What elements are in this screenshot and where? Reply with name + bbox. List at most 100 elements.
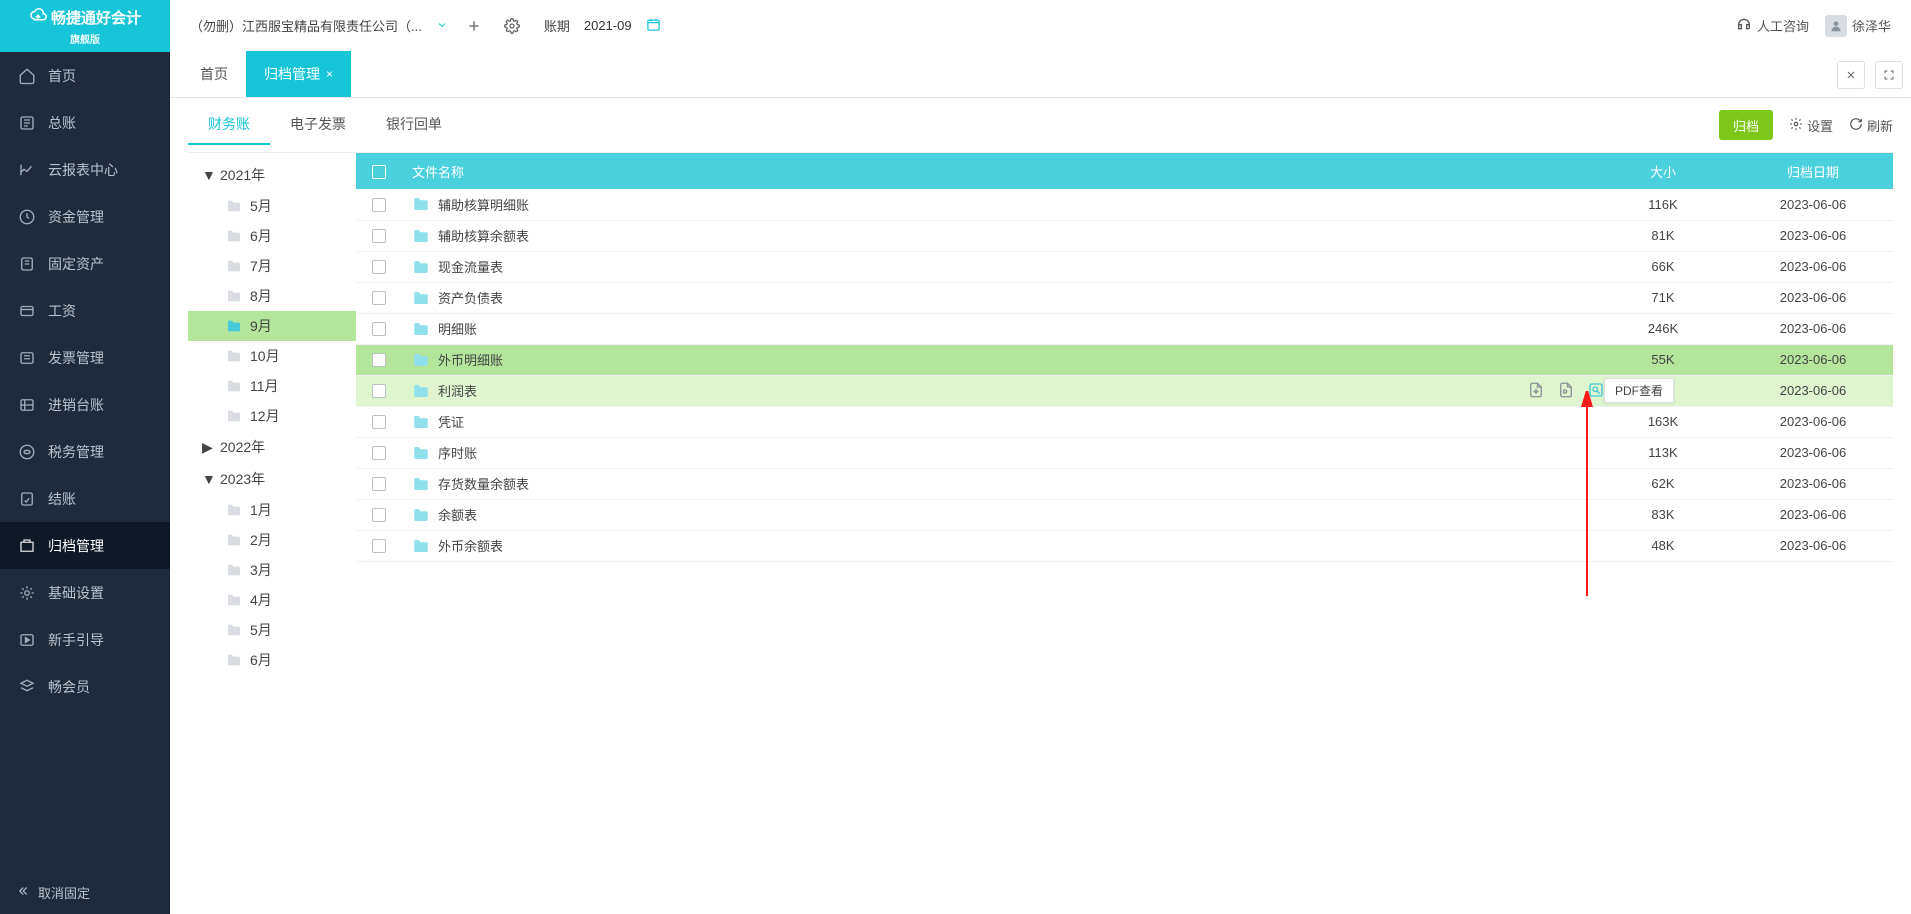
user-menu[interactable]: 徐泽华 [1825,15,1891,37]
close-tab-button[interactable] [1837,61,1865,89]
row-checkbox[interactable] [372,229,386,243]
page-tab-1[interactable]: 归档管理× [246,51,351,97]
brand-edition: 旗舰版 [70,31,100,46]
table-row[interactable]: 外币余额表48K2023-06-06 [356,530,1893,561]
page-tab-0[interactable]: 首页 [182,51,246,97]
human-consult-link[interactable]: 人工咨询 [1736,16,1809,35]
sidebar-item-6[interactable]: 发票管理 [0,334,170,381]
pdf-download-icon[interactable] [1556,380,1576,400]
row-size: 55K [1593,344,1733,375]
tree-month-0-5[interactable]: 10月 [188,341,356,371]
folder-icon [226,593,242,607]
sidebar-item-1[interactable]: 总账 [0,99,170,146]
tree-month-0-6[interactable]: 11月 [188,371,356,401]
sidebar-item-5[interactable]: 工资 [0,287,170,334]
sidebar-item-11[interactable]: 基础设置 [0,569,170,616]
sidebar-item-4[interactable]: 固定资产 [0,240,170,287]
row-checkbox[interactable] [372,446,386,460]
row-size: 66K [1593,251,1733,282]
tree-year-2[interactable]: ▼ 2023年 [188,463,356,495]
tree-month-2-0[interactable]: 1月 [188,495,356,525]
settings-label: 设置 [1807,116,1833,135]
row-checkbox[interactable] [372,508,386,522]
table-row[interactable]: 存货数量余额表62K2023-06-06 [356,468,1893,499]
nav-icon [18,396,36,414]
row-checkbox[interactable] [372,384,386,398]
sidebar-item-9[interactable]: 结账 [0,475,170,522]
table-row[interactable]: 余额表83K2023-06-06 [356,499,1893,530]
sidebar-item-3[interactable]: 资金管理 [0,193,170,240]
tree-month-0-1[interactable]: 6月 [188,221,356,251]
row-checkbox[interactable] [372,477,386,491]
row-checkbox[interactable] [372,539,386,553]
row-size: 113K [1593,437,1733,468]
company-settings-icon[interactable] [500,14,524,38]
company-dropdown-icon[interactable] [436,18,448,34]
nav-icon [18,67,36,85]
row-name-cell: 余额表 [402,499,1593,530]
file-name: 凭证 [438,412,464,431]
calendar-icon[interactable] [646,17,661,35]
refresh-link[interactable]: 刷新 [1849,116,1893,135]
tree-month-2-4[interactable]: 5月 [188,615,356,645]
select-all-checkbox[interactable] [372,165,386,179]
folder-icon [412,228,430,244]
row-checkbox[interactable] [372,415,386,429]
tree-month-2-3[interactable]: 4月 [188,585,356,615]
gear-icon [1789,117,1803,134]
tree-month-0-7[interactable]: 12月 [188,401,356,431]
close-icon[interactable]: × [326,67,333,81]
year-label: 2023年 [220,469,265,489]
row-size: 48K [1593,530,1733,561]
subtab-1[interactable]: 电子发票 [270,105,366,145]
month-label: 11月 [250,376,279,396]
sidebar-unpin-label: 取消固定 [38,883,90,902]
sidebar-unpin[interactable]: 取消固定 [0,871,170,914]
tree-year-1[interactable]: ▶2022年 [188,431,356,463]
caret-icon: ▼ [202,471,212,487]
table-row[interactable]: 现金流量表66K2023-06-06 [356,251,1893,282]
fullscreen-button[interactable] [1875,61,1903,89]
add-company-button[interactable] [462,14,486,38]
tree-month-0-4[interactable]: 9月 [188,311,356,341]
row-checkbox-cell [356,468,402,499]
tree-month-2-2[interactable]: 3月 [188,555,356,585]
folder-icon [226,289,242,303]
tree-month-2-5[interactable]: 6月 [188,645,356,675]
table-row[interactable]: 明细账246K2023-06-06 [356,313,1893,344]
row-checkbox-cell [356,375,402,406]
table-row[interactable]: 凭证163K2023-06-06 [356,406,1893,437]
subtab-0[interactable]: 财务账 [188,105,270,145]
row-checkbox[interactable] [372,198,386,212]
tree-month-2-1[interactable]: 2月 [188,525,356,555]
username: 徐泽华 [1852,16,1891,35]
row-checkbox[interactable] [372,260,386,274]
tree-month-0-3[interactable]: 8月 [188,281,356,311]
row-checkbox[interactable] [372,291,386,305]
page-tabs: 首页归档管理× [170,52,1911,98]
row-checkbox[interactable] [372,322,386,336]
table-row[interactable]: 辅助核算明细账116K2023-06-06 [356,189,1893,220]
sidebar-item-12[interactable]: 新手引导 [0,616,170,663]
subtab-2[interactable]: 银行回单 [366,105,462,145]
table-row[interactable]: 资产负债表71K2023-06-06 [356,282,1893,313]
sidebar-item-13[interactable]: 畅会员 [0,663,170,710]
table-row[interactable]: 序时账113K2023-06-06 [356,437,1893,468]
archive-button[interactable]: 归档 [1719,110,1773,140]
row-size: 163K [1593,406,1733,437]
sidebar-item-10[interactable]: 归档管理 [0,522,170,569]
pdf-view-icon[interactable] [1586,380,1606,400]
xml-download-icon[interactable] [1526,380,1546,400]
sidebar-item-8[interactable]: 税务管理 [0,428,170,475]
row-checkbox[interactable] [372,353,386,367]
table-row[interactable]: 辅助核算余额表81K2023-06-06 [356,220,1893,251]
sidebar-item-2[interactable]: 云报表中心 [0,146,170,193]
folder-icon [412,476,430,492]
table-row[interactable]: 外币明细账55K2023-06-06 [356,344,1893,375]
settings-link[interactable]: 设置 [1789,116,1833,135]
tree-year-0[interactable]: ▼2021年 [188,159,356,191]
sidebar-item-0[interactable]: 首页 [0,52,170,99]
tree-month-0-0[interactable]: 5月 [188,191,356,221]
tree-month-0-2[interactable]: 7月 [188,251,356,281]
sidebar-item-7[interactable]: 进销台账 [0,381,170,428]
